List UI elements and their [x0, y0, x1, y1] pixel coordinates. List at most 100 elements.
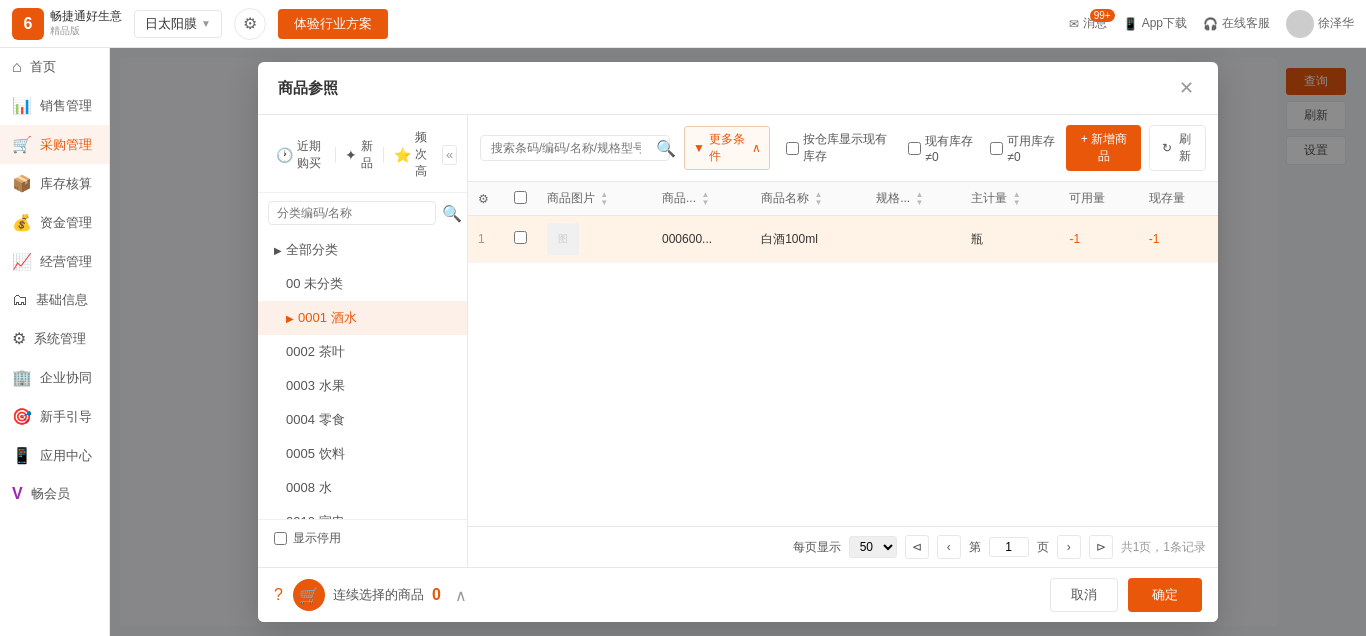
category-0001[interactable]: ▶ 0001 酒水: [258, 301, 467, 335]
collapse-panel-button[interactable]: «: [442, 145, 457, 165]
last-page-button[interactable]: ⊳: [1089, 535, 1113, 559]
page-number-input[interactable]: [989, 537, 1029, 557]
spec-sort-icon[interactable]: ▲▼: [916, 191, 924, 207]
sidebar-label-member: 畅会员: [31, 485, 70, 503]
category-all[interactable]: ▶ 全部分类: [258, 233, 467, 267]
category-search-icon[interactable]: 🔍: [442, 204, 462, 223]
top-nav: 6 畅捷通好生意 精品版 日太阳膜 ▼ ⚙ 体验行业方案 ✉ 消息 99+ 📱 …: [0, 0, 1366, 48]
company-selector[interactable]: 日太阳膜 ▼: [134, 10, 222, 38]
table-row[interactable]: 1 图 000600... 白酒100ml: [468, 216, 1218, 263]
show-disabled-checkbox[interactable]: 显示停用: [258, 519, 467, 557]
divider: [335, 147, 336, 163]
frequent-btn[interactable]: ⭐ 频次高: [386, 125, 442, 184]
next-page-button[interactable]: ›: [1057, 535, 1081, 559]
trial-button[interactable]: 体验行业方案: [278, 9, 388, 39]
col-current: 现存量: [1139, 182, 1218, 216]
quick-filter-buttons: 🕐 近期购买 ✦ 新品 ⭐ 频次高: [258, 125, 467, 193]
row-code: 000600...: [652, 216, 751, 263]
current-stock-checkbox[interactable]: 现有库存≠0: [908, 133, 976, 164]
modal-toolbar: 🔍 ▼ 更多条件 ∧ 按仓库显示现有库存: [468, 115, 1218, 182]
category-0005[interactable]: 0005 饮料: [258, 437, 467, 471]
sidebar-item-business[interactable]: 📈 经营管理: [0, 242, 109, 281]
settings-icon[interactable]: ⚙: [234, 8, 266, 40]
apps-icon: 📱: [12, 446, 32, 465]
logo-icon: 6: [12, 8, 44, 40]
sidebar-label-apps: 应用中心: [40, 447, 92, 465]
app-sub: 精品版: [50, 24, 122, 38]
image-sort-icon[interactable]: ▲▼: [600, 191, 608, 207]
row-num: 1: [468, 216, 504, 263]
message-icon: ✉: [1069, 17, 1079, 31]
sidebar-item-member[interactable]: V 畅会员: [0, 475, 109, 513]
sidebar-label-business: 经营管理: [40, 253, 92, 271]
sidebar-label-enterprise: 企业协同: [40, 369, 92, 387]
name-sort-icon[interactable]: ▲▼: [815, 191, 823, 207]
product-search-input[interactable]: [480, 135, 670, 161]
warehouse-stock-input[interactable]: [786, 142, 799, 155]
help-icon[interactable]: ?: [274, 586, 283, 604]
nav-right: ✉ 消息 99+ 📱 App下载 🎧 在线客服 徐泽华: [1069, 10, 1354, 38]
available-stock-input[interactable]: [990, 142, 1003, 155]
current-stock-input[interactable]: [908, 142, 921, 155]
category-00[interactable]: 00 未分类: [258, 267, 467, 301]
first-page-button[interactable]: ⊲: [905, 535, 929, 559]
category-0003[interactable]: 0003 水果: [258, 369, 467, 403]
more-filters-button[interactable]: ▼ 更多条件 ∧: [684, 126, 770, 170]
sidebar-item-finance[interactable]: 💰 资金管理: [0, 203, 109, 242]
cancel-button[interactable]: 取消: [1050, 578, 1118, 612]
system-icon: ⚙: [12, 329, 26, 348]
col-settings[interactable]: ⚙: [468, 182, 504, 216]
sidebar-label-system: 系统管理: [34, 330, 86, 348]
code-sort-icon[interactable]: ▲▼: [701, 191, 709, 207]
recent-purchase-btn[interactable]: 🕐 近期购买: [268, 134, 333, 176]
sidebar-item-basic[interactable]: 🗂 基础信息: [0, 281, 109, 319]
table-header-row: ⚙ 商品图片 ▲▼: [468, 182, 1218, 216]
col-name: 商品名称 ▲▼: [751, 182, 866, 216]
sidebar-item-enterprise[interactable]: 🏢 企业协同: [0, 358, 109, 397]
refresh-button[interactable]: ↻ 刷新: [1149, 125, 1206, 171]
unit-sort-icon[interactable]: ▲▼: [1013, 191, 1021, 207]
sidebar-item-sales[interactable]: 📊 销售管理: [0, 86, 109, 125]
sidebar-item-system[interactable]: ⚙ 系统管理: [0, 319, 109, 358]
modal-left-panel: 🕐 近期购买 ✦ 新品 ⭐ 频次高: [258, 115, 468, 567]
warehouse-stock-checkbox[interactable]: 按仓库显示现有库存: [786, 131, 895, 165]
sidebar-label-sales: 销售管理: [40, 97, 92, 115]
inventory-icon: 📦: [12, 174, 32, 193]
category-0008[interactable]: 0008 水: [258, 471, 467, 505]
per-page-select[interactable]: 50: [849, 536, 897, 558]
sidebar-item-apps[interactable]: 📱 应用中心: [0, 436, 109, 475]
product-search-icon[interactable]: 🔍: [656, 139, 676, 158]
sidebar-item-inventory[interactable]: 📦 库存核算: [0, 164, 109, 203]
company-name: 日太阳膜: [145, 15, 197, 33]
all-caret-icon: ▶: [274, 245, 282, 256]
modal-close-button[interactable]: ✕: [1174, 76, 1198, 100]
modal-header: 商品参照 ✕: [258, 62, 1218, 115]
category-search-input[interactable]: [268, 201, 436, 225]
show-disabled-input[interactable]: [274, 532, 287, 545]
sidebar-item-home[interactable]: ⌂ 首页: [0, 48, 109, 86]
messages-button[interactable]: ✉ 消息 99+: [1069, 15, 1107, 32]
cat0001-caret-icon: ▶: [286, 313, 294, 324]
finance-icon: 💰: [12, 213, 32, 232]
sidebar-item-purchase[interactable]: 🛒 采购管理: [0, 125, 109, 164]
available-stock-checkbox[interactable]: 可用库存≠0: [990, 133, 1058, 164]
cart-button[interactable]: 🛒: [293, 579, 325, 611]
category-0004[interactable]: 0004 零食: [258, 403, 467, 437]
prev-page-button[interactable]: ‹: [937, 535, 961, 559]
sidebar-item-guide[interactable]: 🎯 新手引导: [0, 397, 109, 436]
new-products-btn[interactable]: ✦ 新品: [337, 134, 381, 176]
refresh-icon: ↻: [1162, 141, 1172, 155]
row-checkbox[interactable]: [504, 216, 537, 263]
add-product-button[interactable]: + 新增商品: [1066, 125, 1141, 171]
cart-collapse-icon[interactable]: ∧: [455, 586, 467, 605]
category-0002[interactable]: 0002 茶叶: [258, 335, 467, 369]
table-settings-icon[interactable]: ⚙: [478, 192, 489, 206]
app-download-button[interactable]: 📱 App下载: [1123, 15, 1187, 32]
online-service-button[interactable]: 🎧 在线客服: [1203, 15, 1270, 32]
row-name: 白酒100ml: [751, 216, 866, 263]
select-all-checkbox[interactable]: [514, 191, 527, 204]
row-select-checkbox[interactable]: [514, 231, 527, 244]
confirm-button[interactable]: 确定: [1128, 578, 1202, 612]
user-profile-button[interactable]: 徐泽华: [1286, 10, 1354, 38]
category-0010[interactable]: 0010 家电: [258, 505, 467, 519]
